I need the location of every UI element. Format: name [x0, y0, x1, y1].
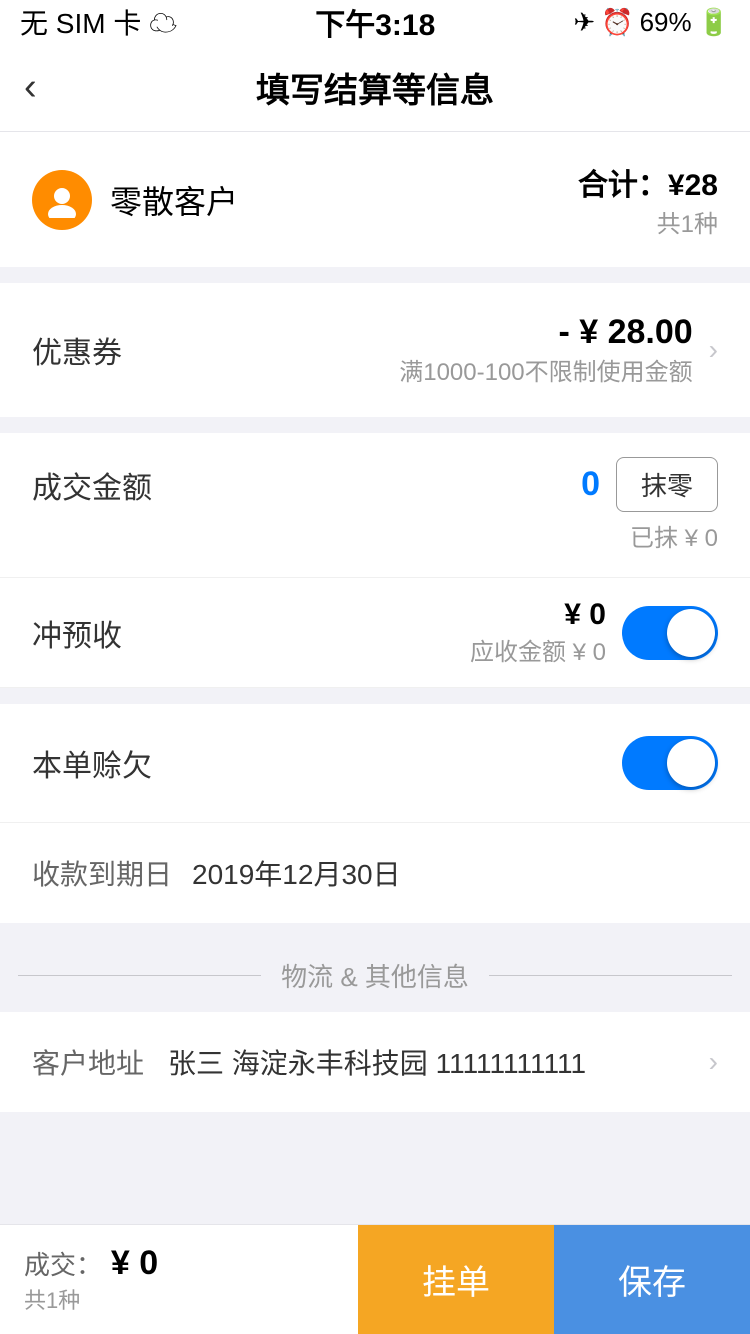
debt-label: 本单赊欠	[32, 741, 152, 785]
due-date-label: 收款到期日	[32, 853, 172, 893]
hangup-button[interactable]: 挂单	[358, 1225, 554, 1334]
avatar	[32, 170, 92, 230]
status-time: 下午3:18	[315, 0, 435, 44]
advance-sub: 应收金额 ¥ 0	[470, 632, 606, 667]
bottom-bar: 成交： ¥ 0 共1种 挂单 保存	[0, 1224, 750, 1334]
status-bar: 无 SIM 卡 ☁ 下午3:18 ✈ ⏰ 69% 🔋	[0, 0, 750, 44]
deal-amount-row: 成交金额 0 抹零 已抹 ¥ 0	[0, 433, 750, 578]
advance-amount: ¥ 0	[470, 598, 606, 632]
nav-bar: ‹ 填写结算等信息	[0, 44, 750, 132]
logistics-divider: 物流 & 其他信息	[0, 939, 750, 1012]
round-button[interactable]: 抹零	[616, 457, 718, 512]
coupon-label: 优惠券	[32, 328, 122, 372]
deal-top: 成交金额 0 抹零	[32, 457, 718, 512]
toggle-thumb	[667, 609, 715, 657]
coupon-amount: - ¥ 28.00	[399, 313, 692, 352]
deal-label: 成交金额	[32, 463, 152, 507]
total-count: 共1种	[578, 204, 718, 239]
bottom-count: 共1种	[24, 1283, 334, 1315]
status-right: ✈ ⏰ 69% 🔋	[573, 7, 730, 38]
advance-toggle[interactable]	[622, 606, 718, 660]
debt-card: 本单赊欠 收款到期日 2019年12月30日	[0, 704, 750, 923]
coupon-card[interactable]: 优惠券 - ¥ 28.00 满1000-100不限制使用金额 ›	[0, 283, 750, 417]
advance-row: 冲预收 ¥ 0 应收金额 ¥ 0	[0, 578, 750, 688]
sim-status: 无 SIM 卡 ☁	[20, 2, 177, 42]
address-chevron-icon: ›	[709, 1046, 718, 1078]
customer-right: 合计：¥28 共1种	[578, 160, 718, 239]
chevron-right-icon: ›	[709, 334, 718, 366]
debt-row: 本单赊欠	[0, 704, 750, 822]
save-button[interactable]: 保存	[554, 1225, 750, 1334]
divider-line-left	[18, 975, 261, 976]
due-date-value: 2019年12月30日	[192, 853, 401, 893]
content-area: 零散客户 合计：¥28 共1种 优惠券 - ¥ 28.00 满1000-100不…	[0, 132, 750, 1308]
back-button[interactable]: ‹	[24, 66, 37, 109]
address-row[interactable]: 客户地址 张三 海淀永丰科技园 11111111111 ›	[0, 1012, 750, 1112]
address-value: 张三 海淀永丰科技园 11111111111	[168, 1042, 586, 1082]
status-left: 无 SIM 卡 ☁	[20, 2, 177, 42]
toggle-thumb-debt	[667, 739, 715, 787]
battery-icon: 🔋	[698, 7, 730, 38]
debt-toggle[interactable]	[622, 736, 718, 790]
coupon-desc: 满1000-100不限制使用金额	[399, 352, 692, 387]
spacer	[0, 1128, 750, 1188]
customer-name: 零散客户	[110, 177, 238, 223]
coupon-row[interactable]: 优惠券 - ¥ 28.00 满1000-100不限制使用金额 ›	[0, 283, 750, 417]
total-amount: 合计：¥28	[578, 160, 718, 204]
address-label: 客户地址	[32, 1042, 144, 1082]
bottom-deal-row: 成交： ¥ 0	[24, 1244, 334, 1283]
alarm-icon: ⏰	[601, 7, 633, 38]
bottom-info: 成交： ¥ 0 共1种	[0, 1244, 358, 1315]
customer-row: 零散客户 合计：¥28 共1种	[0, 132, 750, 267]
bottom-deal-label: 成交：	[24, 1250, 102, 1280]
advance-right: ¥ 0 应收金额 ¥ 0	[470, 598, 718, 667]
logistics-label: 物流 & 其他信息	[281, 957, 469, 994]
deal-value[interactable]: 0	[581, 465, 600, 504]
customer-left: 零散客户	[32, 170, 238, 230]
deal-sub: 已抹 ¥ 0	[32, 518, 718, 553]
divider-line-right	[489, 975, 732, 976]
page-title: 填写结算等信息	[256, 63, 494, 112]
location-icon: ✈	[573, 7, 595, 38]
advance-label: 冲预收	[32, 611, 122, 655]
address-card[interactable]: 客户地址 张三 海淀永丰科技园 11111111111 ›	[0, 1012, 750, 1112]
customer-card: 零散客户 合计：¥28 共1种	[0, 132, 750, 267]
coupon-right: - ¥ 28.00 满1000-100不限制使用金额 ›	[399, 313, 718, 387]
address-left: 客户地址 张三 海淀永丰科技园 11111111111	[32, 1042, 586, 1082]
transaction-card: 成交金额 0 抹零 已抹 ¥ 0 冲预收 ¥ 0 应收金额 ¥ 0	[0, 433, 750, 688]
due-date-row: 收款到期日 2019年12月30日	[0, 822, 750, 923]
bottom-deal-amount: ¥ 0	[111, 1244, 158, 1282]
battery-level: 69%	[640, 7, 692, 38]
